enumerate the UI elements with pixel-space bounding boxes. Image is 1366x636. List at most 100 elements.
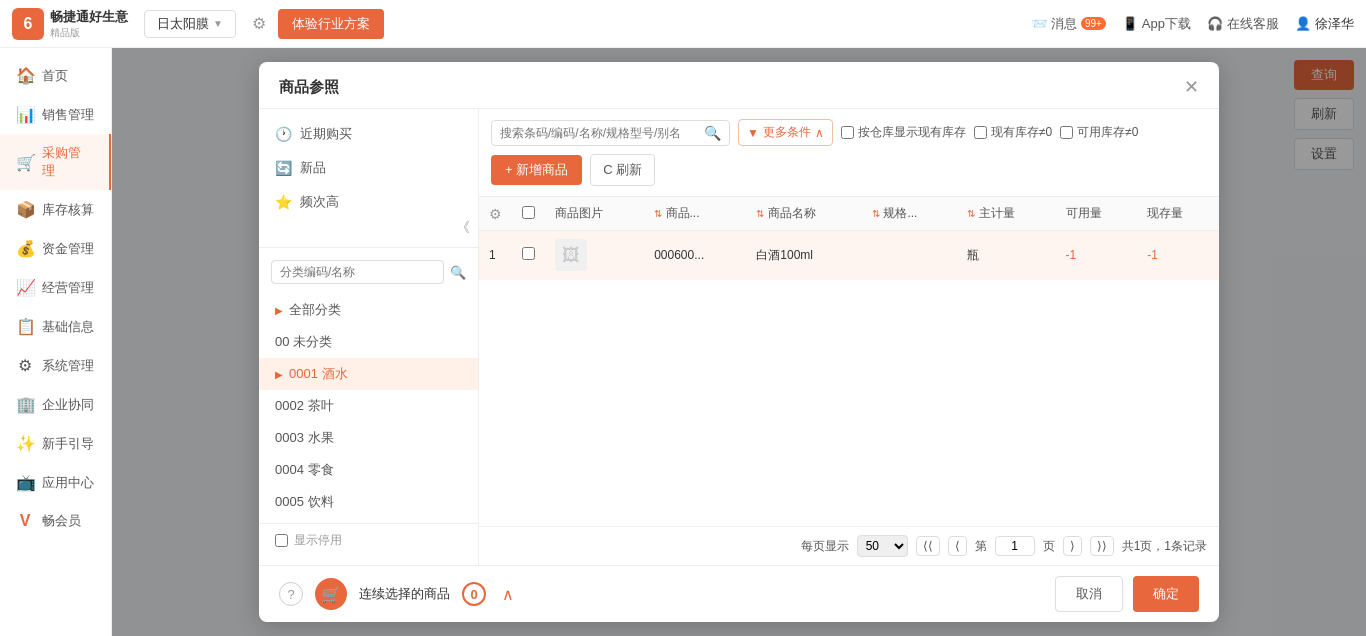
sort-icon-name[interactable]: ⇅ <box>756 208 764 219</box>
cart-count: 0 <box>462 582 486 606</box>
row-code: 000600... <box>644 231 746 280</box>
product-image: 🖼 <box>555 239 587 271</box>
display-disabled-checkbox[interactable] <box>275 534 288 547</box>
sidebar-item-sales[interactable]: 📊 销售管理 <box>0 95 111 134</box>
row-select-checkbox[interactable] <box>522 247 535 260</box>
category-0002[interactable]: 0002 茶叶 <box>259 390 478 422</box>
more-filter-button[interactable]: ▼ 更多条件 ∧ <box>738 119 833 146</box>
category-all[interactable]: ▶ 全部分类 <box>259 294 478 326</box>
cart-icon-button[interactable]: 🛒 <box>315 578 347 610</box>
message-badge: 99+ <box>1081 17 1106 30</box>
finance-icon: 💰 <box>16 239 34 258</box>
last-page-button[interactable]: ⟩⟩ <box>1090 536 1114 556</box>
add-product-button[interactable]: + 新增商品 <box>491 155 582 185</box>
per-page-select[interactable]: 50 100 200 <box>857 535 908 557</box>
sidebar-item-system[interactable]: ⚙ 系统管理 <box>0 346 111 385</box>
cart-label: 连续选择的商品 <box>359 585 450 603</box>
sort-icon-code[interactable]: ⇅ <box>654 208 662 219</box>
th-image: 商品图片 <box>545 197 644 231</box>
sidebar-item-member[interactable]: V 畅会员 <box>0 502 111 540</box>
product-search-bar: 🔍 <box>491 120 730 146</box>
panel-collapse-row: 《 <box>259 219 478 241</box>
sidebar-item-apps[interactable]: 📺 应用中心 <box>0 463 111 502</box>
category-0003[interactable]: 0003 水果 <box>259 422 478 454</box>
th-name: ⇅ 商品名称 <box>746 197 862 231</box>
enterprise-icon: 🏢 <box>16 395 34 414</box>
sidebar-item-home[interactable]: 🏠 首页 <box>0 56 111 95</box>
prev-page-button[interactable]: ⟨ <box>948 536 967 556</box>
sidebar-item-finance[interactable]: 💰 资金管理 <box>0 229 111 268</box>
row-checkbox <box>512 231 545 280</box>
modal-close-button[interactable]: ✕ <box>1184 76 1199 98</box>
system-icon: ⚙ <box>16 356 34 375</box>
divider-1 <box>259 247 478 248</box>
table-settings-icon[interactable]: ⚙ <box>489 206 502 222</box>
modal-header: 商品参照 ✕ <box>259 62 1219 109</box>
message-notif[interactable]: 📨 消息 99+ <box>1031 15 1106 33</box>
left-panel: 🕐 近期购买 🔄 新品 ⭐ 频次高 <box>259 109 479 565</box>
app-download[interactable]: 📱 App下载 <box>1122 15 1191 33</box>
confirm-button[interactable]: 确定 <box>1133 576 1199 612</box>
category-search-icon[interactable]: 🔍 <box>450 265 466 280</box>
category-0005[interactable]: 0005 饮料 <box>259 486 478 518</box>
row-image: 🖼 <box>545 231 644 280</box>
sort-icon-spec[interactable]: ⇅ <box>872 208 880 219</box>
content-area: 查询 刷新 设置 商品参照 ✕ 🕐 <box>112 48 1366 636</box>
sidebar-item-purchase[interactable]: 🛒 采购管理 <box>0 134 111 190</box>
left-panel-new[interactable]: 🔄 新品 <box>259 151 478 185</box>
filter-icon: ▼ <box>747 126 759 140</box>
table-row[interactable]: 1 🖼 000600... 白酒100ml <box>479 231 1219 280</box>
logo-area: 6 畅捷通好生意 精品版 <box>12 8 128 40</box>
th-available: 可用量 <box>1056 197 1138 231</box>
table-header-row: ⚙ 商品图片 ⇅ 商品... <box>479 197 1219 231</box>
category-00[interactable]: 00 未分类 <box>259 326 478 358</box>
product-toolbar: 🔍 ▼ 更多条件 ∧ 按仓库显示现有库存 <box>479 109 1219 197</box>
select-all-checkbox[interactable] <box>522 206 535 219</box>
sort-icon-unit[interactable]: ⇅ <box>967 208 975 219</box>
sidebar: 🏠 首页 📊 销售管理 🛒 采购管理 📦 库存核算 💰 资金管理 📈 经营管理 … <box>0 48 112 636</box>
frequent-icon: ⭐ <box>275 194 292 210</box>
total-records: 共1页，1条记录 <box>1122 538 1207 555</box>
experience-button[interactable]: 体验行业方案 <box>278 9 384 39</box>
user-avatar[interactable]: 👤 徐泽华 <box>1295 15 1354 33</box>
th-stock: 现存量 <box>1137 197 1219 231</box>
gear-icon[interactable]: ⚙ <box>252 14 266 33</box>
product-search-input[interactable] <box>500 126 700 140</box>
page-label: 第 <box>975 538 987 555</box>
page-number-input[interactable] <box>995 536 1035 556</box>
left-panel-recent[interactable]: 🕐 近期购买 <box>259 117 478 151</box>
online-service[interactable]: 🎧 在线客服 <box>1207 15 1279 33</box>
current-stock-checkbox[interactable]: 现有库存≠0 <box>974 124 1052 141</box>
product-search-icon[interactable]: 🔍 <box>704 125 721 141</box>
sidebar-item-enterprise[interactable]: 🏢 企业协同 <box>0 385 111 424</box>
category-search-input[interactable] <box>271 260 444 284</box>
category-0004[interactable]: 0004 零食 <box>259 454 478 486</box>
new-icon: 🔄 <box>275 160 292 176</box>
sidebar-item-guide[interactable]: ✨ 新手引导 <box>0 424 111 463</box>
warehouse-display-checkbox[interactable]: 按仓库显示现有库存 <box>841 124 966 141</box>
sales-icon: 📊 <box>16 105 34 124</box>
left-panel-frequent[interactable]: ⭐ 频次高 <box>259 185 478 219</box>
footer-collapse-icon[interactable]: ∧ <box>502 585 514 604</box>
sidebar-item-basic[interactable]: 📋 基础信息 <box>0 307 111 346</box>
category-0001[interactable]: ▶ 0001 酒水 <box>259 358 478 390</box>
available-stock-checkbox[interactable]: 可用库存≠0 <box>1060 124 1138 141</box>
sidebar-item-business[interactable]: 📈 经营管理 <box>0 268 111 307</box>
first-page-button[interactable]: ⟨⟨ <box>916 536 940 556</box>
next-page-button[interactable]: ⟩ <box>1063 536 1082 556</box>
help-button[interactable]: ? <box>279 582 303 606</box>
sidebar-item-inventory[interactable]: 📦 库存核算 <box>0 190 111 229</box>
business-icon: 📈 <box>16 278 34 297</box>
guide-icon: ✨ <box>16 434 34 453</box>
modal-footer: ? 🛒 连续选择的商品 0 ∧ 取消 确定 <box>259 565 1219 622</box>
th-code: ⇅ 商品... <box>644 197 746 231</box>
modal-body: 🕐 近期购买 🔄 新品 ⭐ 频次高 <box>259 109 1219 565</box>
panel-collapse-icon[interactable]: 《 <box>456 219 470 237</box>
modal-title: 商品参照 <box>279 78 339 97</box>
basic-icon: 📋 <box>16 317 34 336</box>
refresh-product-button[interactable]: C 刷新 <box>590 154 655 186</box>
message-icon: 📨 <box>1031 16 1047 31</box>
cancel-button[interactable]: 取消 <box>1055 576 1123 612</box>
topbar-right: 📨 消息 99+ 📱 App下载 🎧 在线客服 👤 徐泽华 <box>1031 15 1354 33</box>
nav-dropdown[interactable]: 日太阳膜 ▼ <box>144 10 236 38</box>
